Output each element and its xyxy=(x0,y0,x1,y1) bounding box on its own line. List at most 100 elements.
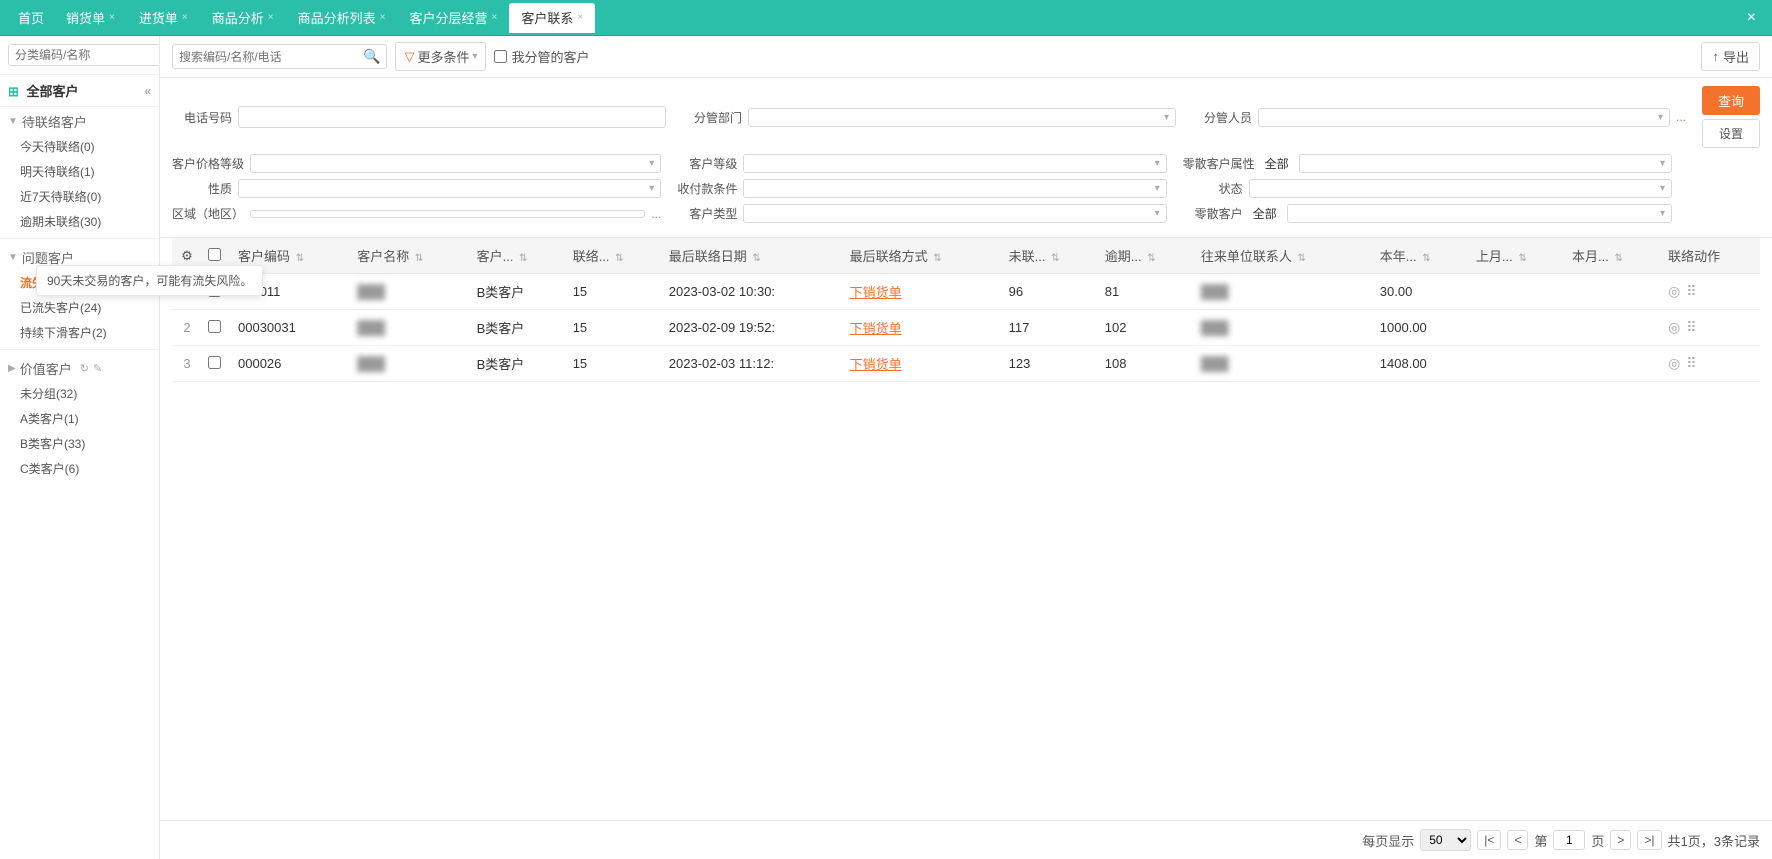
row-thisyear-1: 1000.00 xyxy=(1374,310,1470,346)
sidebar: 🔍 ⊞ 全部客户 « ▼ 待联络客户 今天待联络(0) 明天待联络(1) 近7天… xyxy=(0,36,160,859)
filter-cell-status: 状态 ▾ xyxy=(1175,179,1680,198)
chevron-down-icon-pgrade: ▾ xyxy=(649,158,654,169)
toolbar-search-input[interactable] xyxy=(179,50,359,64)
more-icon-2[interactable]: ⠿ xyxy=(1686,355,1696,372)
sidebar-item-churned[interactable]: 已流失客户(24) xyxy=(0,295,159,320)
th-last-method[interactable]: 最后联络方式 ⇅ xyxy=(844,238,1003,274)
tab-customer-contact-close[interactable]: × xyxy=(577,12,583,23)
more-icon-0[interactable]: ⠿ xyxy=(1686,283,1696,300)
filter-more-btn[interactable]: ▽ 更多条件 ▾ xyxy=(395,42,486,71)
th-not-contacted[interactable]: 未联... ⇅ xyxy=(1003,238,1099,274)
contact-icon-2[interactable]: ◎ xyxy=(1668,355,1680,372)
sort-icon-overdue: ⇅ xyxy=(1147,253,1155,264)
row-checkbox-2[interactable] xyxy=(202,346,232,382)
filter-select-manager[interactable]: ▾ xyxy=(1258,108,1670,127)
my-customers-check-input[interactable] xyxy=(494,50,507,63)
next-page-btn[interactable]: > xyxy=(1610,830,1631,850)
filter-select-zero-attr[interactable]: ▾ xyxy=(1299,154,1672,173)
tab-sales-close[interactable]: × xyxy=(109,12,115,23)
filter-select-nature[interactable]: ▾ xyxy=(238,179,661,198)
sidebar-item-ungroup[interactable]: 未分组(32) xyxy=(0,381,159,406)
contact-icon-0[interactable]: ◎ xyxy=(1668,283,1680,300)
tab-analysis-list[interactable]: 商品分析列表 × xyxy=(286,3,398,33)
th-this-month[interactable]: 本月... ⇅ xyxy=(1566,238,1662,274)
main-layout: 🔍 ⊞ 全部客户 « ▼ 待联络客户 今天待联络(0) 明天待联络(1) 近7天… xyxy=(0,36,1772,859)
refresh-icon[interactable]: ↻ xyxy=(80,362,89,375)
sidebar-item-tomorrow[interactable]: 明天待联络(1) xyxy=(0,159,159,184)
filter-more-manager[interactable]: ... xyxy=(1676,110,1686,124)
select-all-checkbox[interactable] xyxy=(208,248,221,261)
row-method-0[interactable]: 下销货单 xyxy=(844,274,1003,310)
home-tab[interactable]: 首页 xyxy=(8,4,54,31)
filter-select-payment[interactable]: ▾ xyxy=(743,179,1166,198)
filter-select-region[interactable] xyxy=(250,210,645,218)
th-contact-person[interactable]: 往来单位联系人 ⇅ xyxy=(1195,238,1374,274)
sidebar-item-c-class[interactable]: C类客户(6) xyxy=(0,456,159,481)
edit-icon[interactable]: ✎ xyxy=(93,362,102,375)
sidebar-item-7days[interactable]: 近7天待联络(0) xyxy=(0,184,159,209)
filter-label-region: 区域（地区） xyxy=(172,205,244,222)
th-last-date[interactable]: 最后联络日期 ⇅ xyxy=(663,238,844,274)
filter-select-zero-customer[interactable]: ▾ xyxy=(1287,204,1672,223)
per-page-select[interactable]: 50 100 200 xyxy=(1420,829,1471,851)
tab-purchase-close[interactable]: × xyxy=(182,12,188,23)
sidebar-collapse-icon[interactable]: « xyxy=(144,84,151,98)
filter-label-customer-type: 客户类型 xyxy=(677,205,737,222)
row-method-1[interactable]: 下销货单 xyxy=(844,310,1003,346)
th-name[interactable]: 客户名称 ⇅ xyxy=(351,238,470,274)
query-button[interactable]: 查询 xyxy=(1702,86,1760,115)
settings-button[interactable]: 设置 xyxy=(1702,119,1760,148)
top-nav: 首页 销货单 × 进货单 × 商品分析 × 商品分析列表 × 客户分层经营 × … xyxy=(0,0,1772,36)
th-last-month[interactable]: 上月... ⇅ xyxy=(1470,238,1566,274)
th-type[interactable]: 客户... ⇅ xyxy=(471,238,567,274)
first-page-btn[interactable]: |< xyxy=(1477,830,1501,850)
tab-sales[interactable]: 销货单 × xyxy=(54,3,127,33)
chevron-down-icon-payment: ▾ xyxy=(1155,183,1160,194)
last-page-btn[interactable]: >| xyxy=(1637,830,1661,850)
sidebar-item-today[interactable]: 今天待联络(0) xyxy=(0,134,159,159)
page-number-input[interactable] xyxy=(1553,830,1585,850)
th-this-year[interactable]: 本年... ⇅ xyxy=(1374,238,1470,274)
close-window-btn[interactable]: × xyxy=(1739,5,1764,31)
tab-customer-contact[interactable]: 客户联系 × xyxy=(509,3,595,33)
sidebar-item-declining[interactable]: 持续下滑客户(2) xyxy=(0,320,159,345)
filter-select-dept[interactable]: ▾ xyxy=(748,108,1176,127)
sidebar-item-a-class[interactable]: A类客户(1) xyxy=(0,406,159,431)
tab-analysis-close[interactable]: × xyxy=(268,12,274,23)
my-customers-checkbox[interactable]: 我分管的客户 xyxy=(494,47,589,66)
contact-icon-1[interactable]: ◎ xyxy=(1668,319,1680,336)
sidebar-root-header[interactable]: ⊞ 全部客户 « xyxy=(0,75,159,107)
export-btn[interactable]: ↑ 导出 xyxy=(1701,42,1760,71)
filter-select-customer-type[interactable]: ▾ xyxy=(743,204,1166,223)
tab-analysis-list-close[interactable]: × xyxy=(380,12,386,23)
sidebar-group-pending-title[interactable]: ▼ 待联络客户 xyxy=(0,107,159,134)
sidebar-item-b-class[interactable]: B类客户(33) xyxy=(0,431,159,456)
row-lastmonth-2 xyxy=(1470,346,1566,382)
sidebar-search-input[interactable] xyxy=(8,44,160,66)
filter-input-phone[interactable] xyxy=(238,106,666,128)
filter-select-price-grade[interactable]: ▾ xyxy=(250,154,661,173)
row-checkbox-1[interactable] xyxy=(202,310,232,346)
sidebar-item-overdue[interactable]: 逾期未联络(30) xyxy=(0,209,159,234)
tab-customer-segment-close[interactable]: × xyxy=(491,12,497,23)
tab-purchase[interactable]: 进货单 × xyxy=(127,3,200,33)
more-icon-1[interactable]: ⠿ xyxy=(1686,319,1696,336)
tab-customer-segment[interactable]: 客户分层经营 × xyxy=(397,3,509,33)
row-notcontact-2: 123 xyxy=(1003,346,1099,382)
th-contact[interactable]: 联络... ⇅ xyxy=(567,238,663,274)
sort-icon-thismonth: ⇅ xyxy=(1614,253,1622,264)
th-overdue[interactable]: 逾期... ⇅ xyxy=(1099,238,1195,274)
per-page-label: 每页显示 xyxy=(1362,831,1414,850)
sidebar-group-value-title[interactable]: ▶ 价值客户 ↻ ✎ xyxy=(0,354,159,381)
tab-analysis[interactable]: 商品分析 × xyxy=(200,3,286,33)
filter-more-region[interactable]: ... xyxy=(651,207,661,221)
toolbar-search-icon[interactable]: 🔍 xyxy=(363,48,380,65)
filter-cell-zero-customer: 零散客户 全部 ▾ xyxy=(1175,204,1680,223)
filter-select-customer-grade[interactable]: ▾ xyxy=(743,154,1166,173)
action-buttons: 查询 设置 xyxy=(1694,86,1760,148)
row-code-2: 000026 xyxy=(232,346,351,382)
row-method-2[interactable]: 下销货单 xyxy=(844,346,1003,382)
prev-page-btn[interactable]: < xyxy=(1507,830,1528,850)
row-date-0: 2023-03-02 10:30: xyxy=(663,274,844,310)
filter-select-status[interactable]: ▾ xyxy=(1249,179,1672,198)
